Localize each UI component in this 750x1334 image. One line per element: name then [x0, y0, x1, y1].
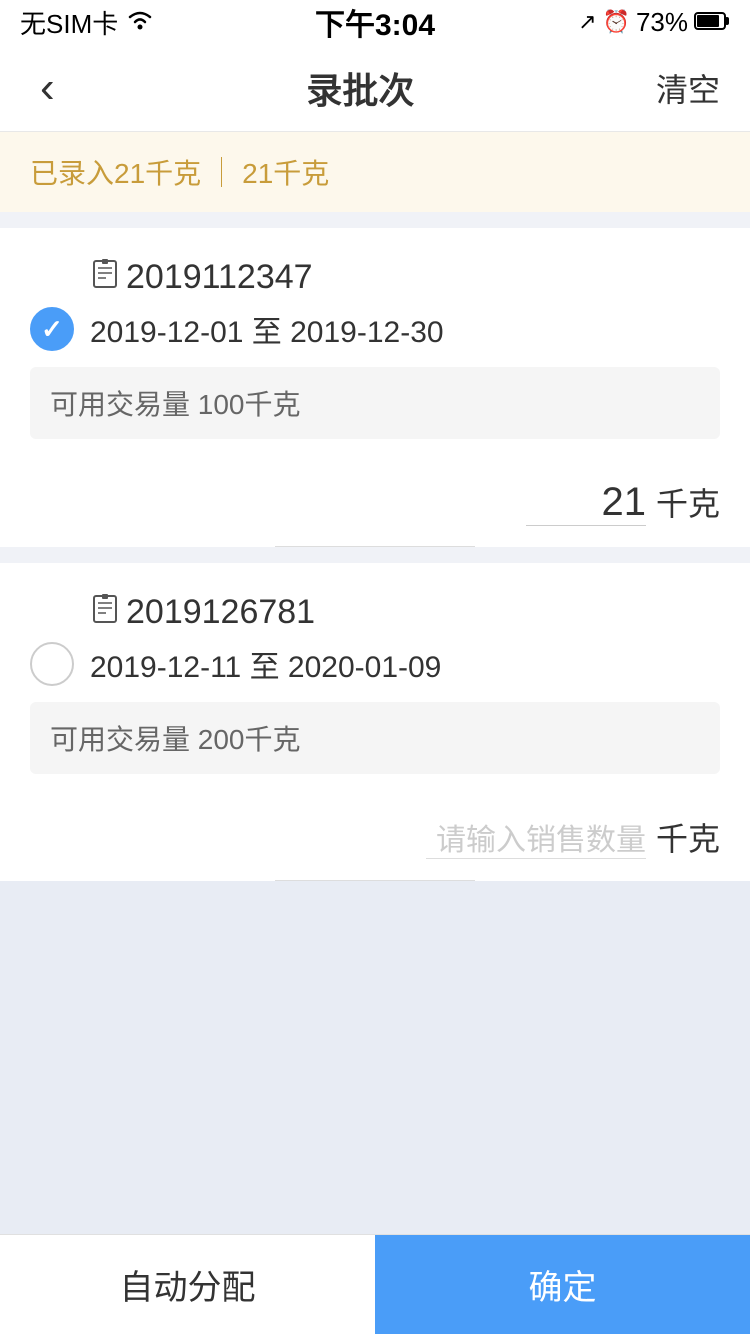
auto-distribute-button[interactable]: 自动分配 — [0, 1235, 375, 1334]
batch-2-date-row[interactable]: 2019-12-11 至 2020-01-09 — [30, 642, 720, 686]
batch-1-amount-input[interactable] — [526, 480, 646, 526]
batch-2-date: 2019-12-11 至 2020-01-09 — [90, 642, 441, 686]
confirm-button[interactable]: 确定 — [375, 1235, 750, 1334]
recorded-value: 21千克 — [242, 152, 329, 192]
nav-bar: ‹ 录批次 清空 — [0, 44, 750, 132]
clear-button[interactable]: 清空 — [656, 65, 720, 111]
status-left: 无SIM卡 — [20, 4, 154, 41]
batch-2-unit: 千克 — [656, 814, 720, 860]
batch-2-id: 2019126781 — [126, 593, 315, 632]
carrier-label: 无SIM卡 — [20, 4, 118, 41]
recorded-label: 已录入21千克 — [30, 152, 201, 192]
wifi-icon — [126, 7, 154, 38]
section-separator-1 — [275, 546, 475, 547]
page-title: 录批次 — [306, 62, 414, 114]
batch-2-inner: 2019126781 2019-12-11 至 2020-01-09 可用交易量… — [0, 563, 750, 774]
batch-1-unit: 千克 — [656, 479, 720, 525]
status-bar: 无SIM卡 下午3:04 ↗ ⏰ 73% — [0, 0, 750, 44]
batch-1-inner: 2019112347 2019-12-01 至 2019-12-30 可用交易量… — [0, 228, 750, 439]
back-button[interactable]: ‹ — [30, 53, 65, 123]
battery-icon — [694, 7, 730, 38]
batch-2-icon — [90, 594, 120, 632]
batch-2-availability: 可用交易量 200千克 — [30, 702, 720, 774]
alarm-icon: ⏰ — [603, 9, 630, 35]
batch-1-date-row[interactable]: 2019-12-01 至 2019-12-30 — [30, 307, 720, 351]
batch-1-date: 2019-12-01 至 2019-12-30 — [90, 307, 444, 351]
batch-2-id-row: 2019126781 — [90, 593, 720, 632]
info-divider — [221, 157, 222, 187]
battery-percent: 73% — [636, 7, 688, 38]
time-display: 下午3:04 — [315, 0, 435, 44]
bottom-bar: 自动分配 确定 — [0, 1234, 750, 1334]
batch-1-id: 2019112347 — [126, 258, 313, 297]
batch-1-radio[interactable] — [30, 307, 74, 351]
batch-1-amount-row: 千克 — [0, 459, 750, 546]
batch-1-availability: 可用交易量 100千克 — [30, 367, 720, 439]
batch-1-icon — [90, 259, 120, 297]
batch-card-1: 2019112347 2019-12-01 至 2019-12-30 可用交易量… — [0, 228, 750, 547]
status-right: ↗ ⏰ 73% — [578, 7, 730, 38]
batch-card-2: 2019126781 2019-12-11 至 2020-01-09 可用交易量… — [0, 563, 750, 881]
batch-1-id-row: 2019112347 — [90, 258, 720, 297]
location-icon: ↗ — [578, 9, 596, 35]
batch-2-input-row: 千克 — [0, 794, 750, 880]
batch-2-amount-input[interactable] — [426, 824, 646, 859]
batch-2-radio[interactable] — [30, 642, 74, 686]
info-banner: 已录入21千克 21千克 — [0, 132, 750, 212]
